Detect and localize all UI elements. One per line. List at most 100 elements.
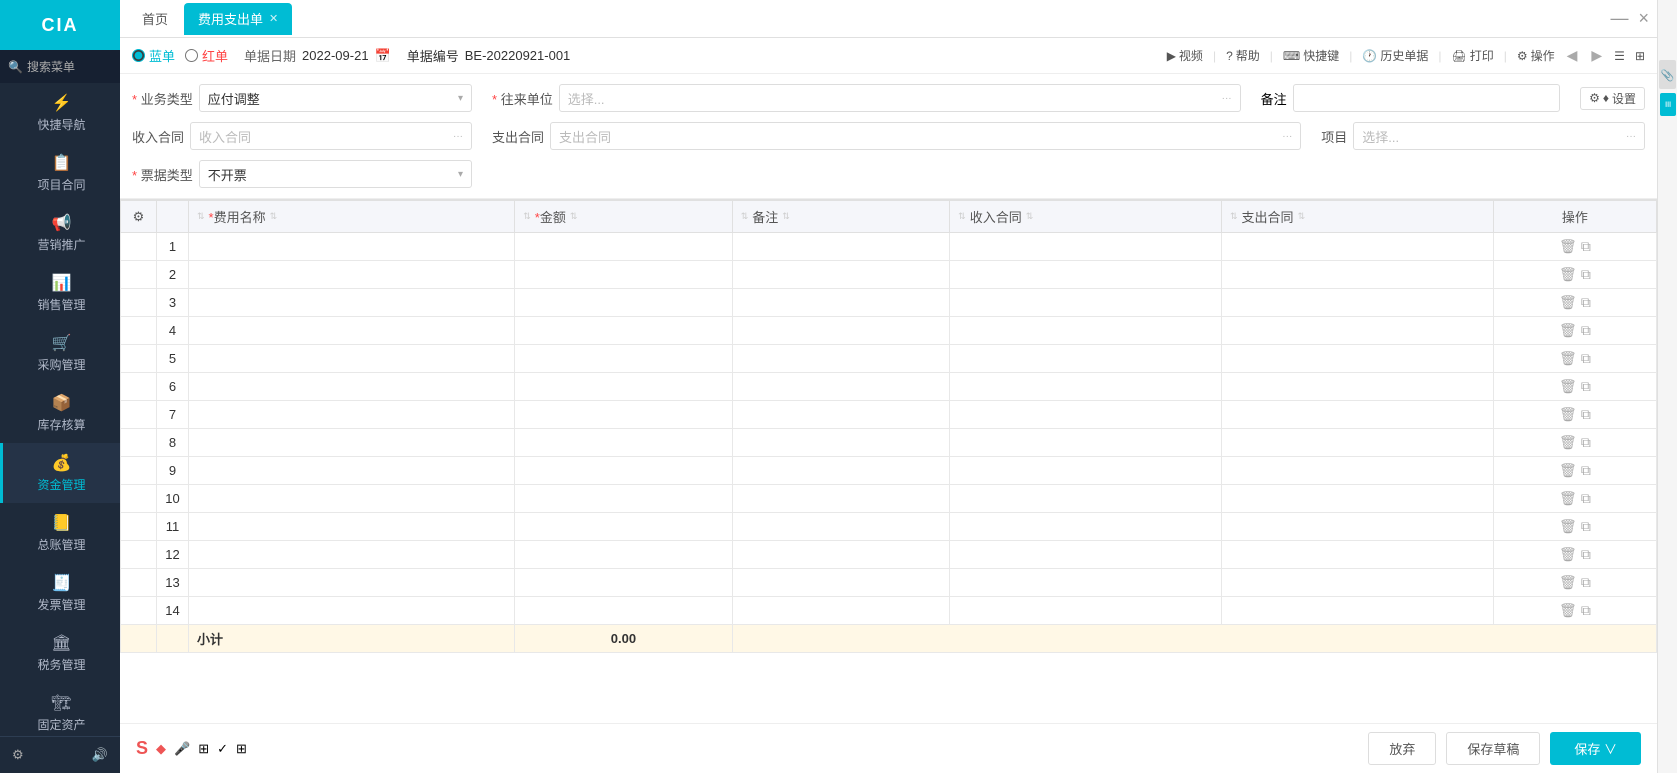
cell-amount-7[interactable] — [515, 401, 732, 429]
settings-button[interactable]: ⚙ ♦ 设置 — [1580, 87, 1645, 110]
cell-income-7[interactable] — [950, 401, 1222, 429]
delete-icon-13[interactable]: 🗑 — [1559, 574, 1577, 591]
copy-icon-9[interactable]: ⧉ — [1581, 462, 1591, 479]
more-options-icon[interactable]: ··· — [1222, 93, 1232, 104]
cell-amount-14[interactable] — [515, 597, 732, 625]
view-list-btn[interactable]: ☰ — [1614, 49, 1625, 63]
cell-amount-6[interactable] — [515, 373, 732, 401]
expense-contract-input[interactable]: 支出合同 ··· — [550, 122, 1301, 150]
tab-expense-bill[interactable]: 费用支出单✕ — [184, 3, 292, 35]
cell-amount-2[interactable] — [515, 261, 732, 289]
sidebar-item-tax-mgmt[interactable]: 🏛税务管理 — [0, 623, 120, 683]
cell-note-11[interactable] — [732, 513, 949, 541]
copy-icon-8[interactable]: ⧉ — [1581, 434, 1591, 451]
cell-amount-8[interactable] — [515, 429, 732, 457]
cell-income-4[interactable] — [950, 317, 1222, 345]
cell-income-1[interactable] — [950, 233, 1222, 261]
cell-expense-5[interactable] — [1222, 345, 1494, 373]
discard-button[interactable]: 放弃 — [1368, 732, 1436, 765]
shortcuts-btn[interactable]: ⌨ 快捷键 — [1283, 47, 1339, 64]
copy-icon-5[interactable]: ⧉ — [1581, 350, 1591, 367]
cell-expense-name-14[interactable] — [189, 597, 515, 625]
sidebar-item-fixed-assets[interactable]: 🏗固定资产 — [0, 683, 120, 736]
delete-icon-11[interactable]: 🗑 — [1559, 518, 1577, 535]
cell-income-8[interactable] — [950, 429, 1222, 457]
cell-expense-7[interactable] — [1222, 401, 1494, 429]
cell-note-14[interactable] — [732, 597, 949, 625]
delete-icon-14[interactable]: 🗑 — [1559, 602, 1577, 619]
income-contract-input[interactable]: 收入合同 ··· — [190, 122, 472, 150]
delete-icon-3[interactable]: 🗑 — [1559, 294, 1577, 311]
cell-expense-9[interactable] — [1222, 457, 1494, 485]
cell-expense-4[interactable] — [1222, 317, 1494, 345]
cell-amount-13[interactable] — [515, 569, 732, 597]
th-gear[interactable]: ⚙ — [121, 201, 157, 233]
delete-icon-12[interactable]: 🗑 — [1559, 546, 1577, 563]
cell-note-4[interactable] — [732, 317, 949, 345]
copy-icon-13[interactable]: ⧉ — [1581, 574, 1591, 591]
cell-expense-12[interactable] — [1222, 541, 1494, 569]
delete-icon-9[interactable]: 🗑 — [1559, 462, 1577, 479]
cell-note-12[interactable] — [732, 541, 949, 569]
cell-note-6[interactable] — [732, 373, 949, 401]
delete-icon-8[interactable]: 🗑 — [1559, 434, 1577, 451]
sort-icon[interactable]: ⇅ — [197, 211, 205, 222]
radio-blue-label[interactable]: 蓝单 — [132, 46, 175, 65]
copy-icon-1[interactable]: ⧉ — [1581, 238, 1591, 255]
copy-icon-2[interactable]: ⧉ — [1581, 266, 1591, 283]
cell-expense-14[interactable] — [1222, 597, 1494, 625]
copy-icon-14[interactable]: ⧉ — [1581, 602, 1591, 619]
radio-red-label[interactable]: 红单 — [185, 46, 228, 65]
cell-income-11[interactable] — [950, 513, 1222, 541]
cell-note-13[interactable] — [732, 569, 949, 597]
sidebar-item-quick-nav[interactable]: ⚡快捷导航 — [0, 83, 120, 143]
volume-icon[interactable]: 🔊 — [92, 747, 108, 763]
copy-icon-4[interactable]: ⧉ — [1581, 322, 1591, 339]
cell-expense-2[interactable] — [1222, 261, 1494, 289]
cell-income-3[interactable] — [950, 289, 1222, 317]
radio-blue-input[interactable] — [132, 49, 145, 62]
cell-expense-name-11[interactable] — [189, 513, 515, 541]
cell-expense-1[interactable] — [1222, 233, 1494, 261]
cell-amount-12[interactable] — [515, 541, 732, 569]
cell-expense-name-13[interactable] — [189, 569, 515, 597]
cell-amount-1[interactable] — [515, 233, 732, 261]
cell-amount-3[interactable] — [515, 289, 732, 317]
delete-icon-10[interactable]: 🗑 — [1559, 490, 1577, 507]
sidebar-item-marketing[interactable]: 📢营销推广 — [0, 203, 120, 263]
cell-expense-name-9[interactable] — [189, 457, 515, 485]
cell-amount-11[interactable] — [515, 513, 732, 541]
cell-amount-4[interactable] — [515, 317, 732, 345]
window-maximize-btn[interactable]: — — [1610, 8, 1628, 29]
more-options-icon[interactable]: ··· — [453, 131, 463, 142]
diamond-icon[interactable]: ◆ — [156, 741, 166, 757]
cell-expense-name-12[interactable] — [189, 541, 515, 569]
cell-expense-13[interactable] — [1222, 569, 1494, 597]
delete-icon-2[interactable]: 🗑 — [1559, 266, 1577, 283]
sidebar-item-fund-mgmt[interactable]: 💰资金管理 — [0, 443, 120, 503]
cell-income-14[interactable] — [950, 597, 1222, 625]
cell-expense-name-4[interactable] — [189, 317, 515, 345]
cell-amount-10[interactable] — [515, 485, 732, 513]
nav-prev-btn[interactable]: ◀ — [1565, 47, 1580, 64]
cell-income-13[interactable] — [950, 569, 1222, 597]
cell-expense-6[interactable] — [1222, 373, 1494, 401]
mic-icon[interactable]: 🎤 — [174, 741, 190, 757]
cell-expense-name-5[interactable] — [189, 345, 515, 373]
sidebar-item-invoice-mgmt[interactable]: 🧾发票管理 — [0, 563, 120, 623]
cell-note-2[interactable] — [732, 261, 949, 289]
cell-note-8[interactable] — [732, 429, 949, 457]
cell-expense-name-8[interactable] — [189, 429, 515, 457]
print-btn[interactable]: 🖨 打印 — [1451, 47, 1493, 64]
cell-amount-9[interactable] — [515, 457, 732, 485]
sort-icon2[interactable]: ⇅ — [270, 211, 278, 222]
cell-note-3[interactable] — [732, 289, 949, 317]
delete-icon-4[interactable]: 🗑 — [1559, 322, 1577, 339]
save-button[interactable]: 保存 ∨ — [1550, 732, 1641, 765]
cell-income-6[interactable] — [950, 373, 1222, 401]
view-grid-btn[interactable]: ⊞ — [1635, 49, 1645, 63]
video-btn[interactable]: ▶ 视频 — [1167, 47, 1203, 64]
sidebar-item-ledger[interactable]: 📒总账管理 — [0, 503, 120, 563]
right-panel-tab-1[interactable]: 📎 — [1659, 60, 1676, 89]
sidebar-item-sales-mgmt[interactable]: 📊销售管理 — [0, 263, 120, 323]
